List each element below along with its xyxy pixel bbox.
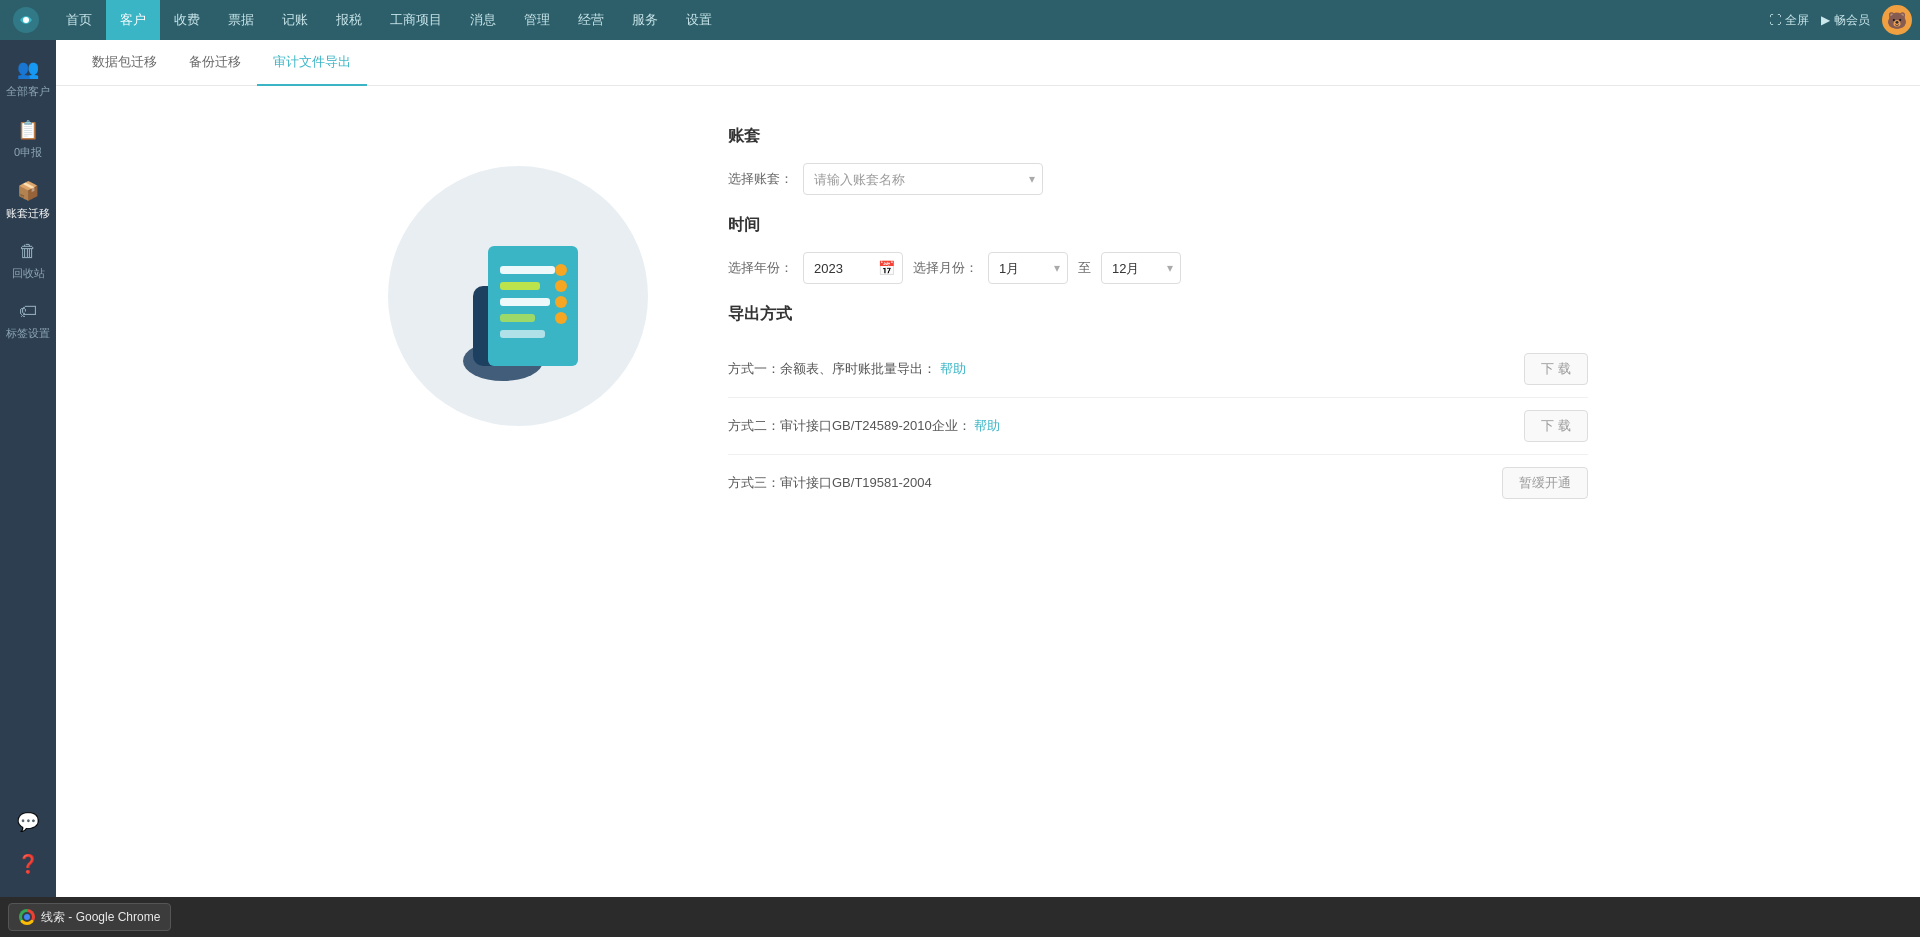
nav-manage[interactable]: 管理: [510, 0, 564, 40]
year-input-wrap: 📅: [803, 252, 903, 284]
help-icon: ❓: [17, 853, 39, 875]
avatar[interactable]: 🐻: [1882, 5, 1912, 35]
sidebar: 👥 全部客户 📋 0申报 📦 账套迁移 🗑 回收站 🏷 标签设置 💬 ❓: [0, 40, 56, 897]
tab-bar: 数据包迁移 备份迁移 审计文件导出: [56, 40, 1920, 86]
tab-data-migration[interactable]: 数据包迁移: [76, 40, 173, 86]
method-2-download-button[interactable]: 下 载: [1524, 410, 1588, 442]
sidebar-item-label: 标签设置: [6, 326, 50, 341]
svg-rect-5: [500, 266, 555, 274]
illustration-area: [388, 166, 648, 426]
method-1-help-link[interactable]: 帮助: [940, 361, 966, 376]
top-nav: 首页 客户 收费 票据 记账 报税 工商项目 消息 管理 经营 服务 设置 ⛶ …: [0, 0, 1920, 40]
method-2-label: 方式二：审计接口GB/T24589-2010企业： 帮助: [728, 417, 1524, 435]
export-method-2: 方式二：审计接口GB/T24589-2010企业： 帮助 下 载: [728, 398, 1588, 455]
nav-invoices[interactable]: 票据: [214, 0, 268, 40]
account-label: 选择账套：: [728, 170, 793, 188]
svg-point-11: [555, 280, 567, 292]
nav-messages[interactable]: 消息: [456, 0, 510, 40]
sidebar-item-label: 0申报: [14, 145, 42, 160]
sidebar-item-tag-settings[interactable]: 🏷 标签设置: [0, 291, 56, 351]
nav-items: 首页 客户 收费 票据 记账 报税 工商项目 消息 管理 经营 服务 设置: [52, 0, 1769, 40]
member-label: 畅会员: [1834, 12, 1870, 29]
svg-rect-8: [500, 314, 535, 322]
zero-declare-icon: 📋: [17, 119, 39, 141]
nav-right: ⛶ 全屏 ▶ 畅会员 🐻: [1769, 5, 1912, 35]
svg-point-12: [555, 296, 567, 308]
all-customers-icon: 👥: [17, 58, 39, 80]
nav-home[interactable]: 首页: [52, 0, 106, 40]
export-method-1: 方式一：余额表、序时账批量导出： 帮助 下 载: [728, 341, 1588, 398]
time-row: 📅 选择月份： 1月 2月 3月 4月 5月 6月: [803, 252, 1181, 284]
account-section-title: 账套: [728, 126, 1588, 147]
export-section-title: 导出方式: [728, 304, 1588, 325]
year-input[interactable]: [803, 252, 903, 284]
method-2-help-link[interactable]: 帮助: [974, 418, 1000, 433]
svg-rect-9: [500, 330, 545, 338]
fullscreen-label: 全屏: [1785, 12, 1809, 29]
method-1-download-button[interactable]: 下 载: [1524, 353, 1588, 385]
chrome-icon: [19, 909, 35, 925]
form-area: 账套 选择账套： 请输入账套名称 时间 选择年份：: [728, 126, 1588, 511]
nav-customers[interactable]: 客户: [106, 0, 160, 40]
sidebar-item-account-migration[interactable]: 📦 账套迁移: [0, 170, 56, 231]
taskbar-item-label: 线索 - Google Chrome: [41, 909, 160, 926]
account-select[interactable]: 请输入账套名称: [803, 163, 1043, 195]
main-layout: 👥 全部客户 📋 0申报 📦 账套迁移 🗑 回收站 🏷 标签设置 💬 ❓: [0, 40, 1920, 897]
month-start-select[interactable]: 1月 2月 3月 4月 5月 6月 7月 8月 9月 10月: [988, 252, 1068, 284]
to-text: 至: [1078, 259, 1091, 277]
nav-settings[interactable]: 设置: [672, 0, 726, 40]
sidebar-item-label: 账套迁移: [6, 206, 50, 221]
sidebar-item-all-customers[interactable]: 👥 全部客户: [0, 48, 56, 109]
nav-operations[interactable]: 经营: [564, 0, 618, 40]
account-migration-icon: 📦: [17, 180, 39, 202]
content-area: 数据包迁移 备份迁移 审计文件导出: [56, 40, 1920, 897]
sidebar-item-label: 回收站: [12, 266, 45, 281]
sidebar-item-label: 全部客户: [6, 84, 50, 99]
tag-icon: 🏷: [19, 301, 37, 322]
nav-business[interactable]: 工商项目: [376, 0, 456, 40]
month-end-select-wrap: 1月 2月 3月 4月 5月 6月 7月 8月 9月 10月: [1101, 252, 1181, 284]
fullscreen-icon: ⛶: [1769, 13, 1781, 27]
month-label: 选择月份：: [913, 259, 978, 277]
svg-point-13: [555, 312, 567, 324]
svg-rect-6: [500, 282, 540, 290]
month-end-select[interactable]: 1月 2月 3月 4月 5月 6月 7月 8月 9月 10月: [1101, 252, 1181, 284]
nav-bookkeeping[interactable]: 记账: [268, 0, 322, 40]
month-start-select-wrap: 1月 2月 3月 4月 5月 6月 7月 8月 9月 10月: [988, 252, 1068, 284]
member-button[interactable]: ▶ 畅会员: [1821, 12, 1870, 29]
svg-point-1: [23, 17, 29, 23]
chat-icon: 💬: [17, 811, 39, 833]
recycle-icon: 🗑: [19, 241, 37, 262]
time-section-title: 时间: [728, 215, 1588, 236]
page-content: 账套 选择账套： 请输入账套名称 时间 选择年份：: [56, 86, 1920, 897]
account-form-row: 选择账套： 请输入账套名称: [728, 163, 1588, 195]
taskbar-chrome-item[interactable]: 线索 - Google Chrome: [8, 903, 171, 931]
export-container: 账套 选择账套： 请输入账套名称 时间 选择年份：: [388, 126, 1588, 511]
tab-backup-migration[interactable]: 备份迁移: [173, 40, 257, 86]
svg-point-10: [555, 264, 567, 276]
time-label: 选择年份：: [728, 259, 793, 277]
sidebar-item-zero-declare[interactable]: 📋 0申报: [0, 109, 56, 170]
time-form-row: 选择年份： 📅 选择月份： 1月 2月 3月: [728, 252, 1588, 284]
nav-fees[interactable]: 收费: [160, 0, 214, 40]
nav-service[interactable]: 服务: [618, 0, 672, 40]
method-3-label: 方式三：审计接口GB/T19581-2004: [728, 474, 1502, 492]
nav-tax[interactable]: 报税: [322, 0, 376, 40]
sidebar-item-chat[interactable]: 💬: [0, 801, 56, 843]
tab-audit-export[interactable]: 审计文件导出: [257, 40, 367, 86]
sidebar-item-recycle[interactable]: 🗑 回收站: [0, 231, 56, 291]
illustration-circle: [388, 166, 648, 426]
sidebar-bottom: 💬 ❓: [0, 801, 56, 897]
taskbar: 线索 - Google Chrome: [0, 897, 1920, 937]
member-icon: ▶: [1821, 13, 1830, 27]
sidebar-item-help[interactable]: ❓: [0, 843, 56, 885]
app-logo[interactable]: [8, 2, 44, 38]
account-select-wrap: 请输入账套名称: [803, 163, 1043, 195]
svg-rect-7: [500, 298, 550, 306]
export-method-3: 方式三：审计接口GB/T19581-2004 暂缓开通: [728, 455, 1588, 511]
fullscreen-button[interactable]: ⛶ 全屏: [1769, 12, 1809, 29]
method-3-vip-button[interactable]: 暂缓开通: [1502, 467, 1588, 499]
method-1-label: 方式一：余额表、序时账批量导出： 帮助: [728, 360, 1524, 378]
